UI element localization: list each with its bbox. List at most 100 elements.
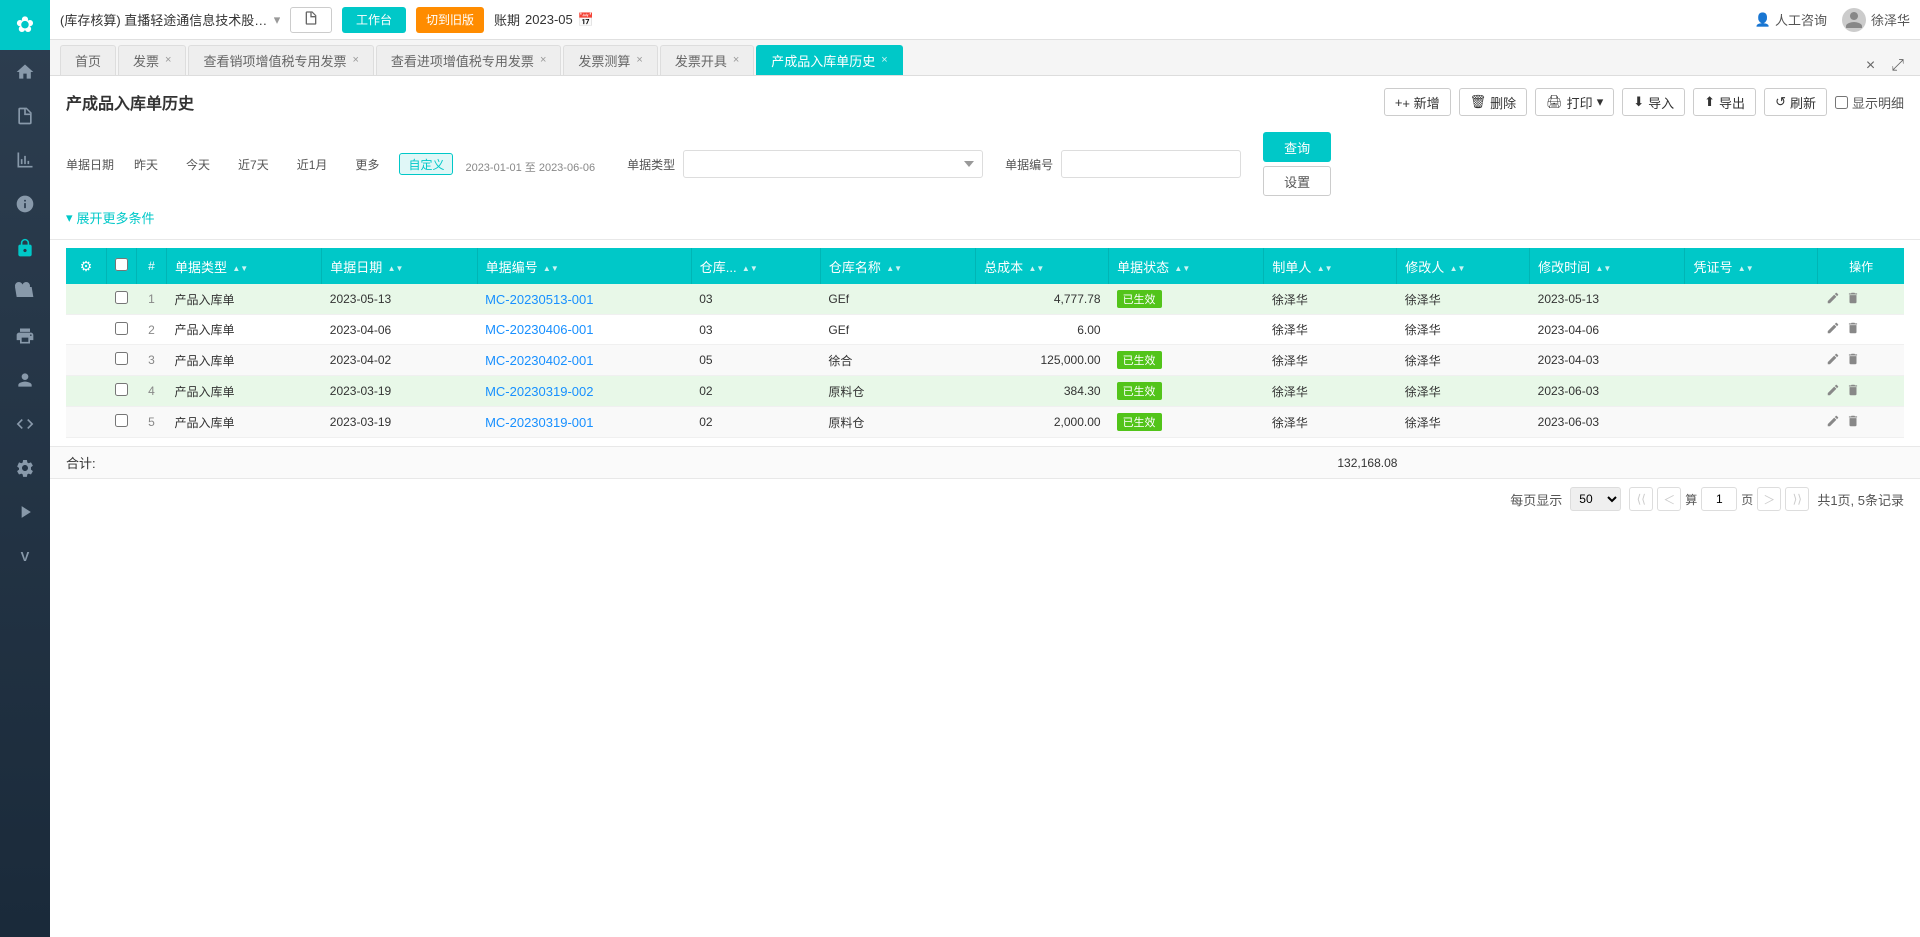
th-modifier[interactable]: 修改人 ▲▼ <box>1397 248 1530 284</box>
query-btn[interactable]: 查询 <box>1263 132 1331 162</box>
tab-input-vat[interactable]: 查看进项增值税专用发票 × <box>376 45 561 75</box>
tab-invoice-open-close[interactable]: × <box>733 55 739 66</box>
doc-number-link[interactable]: MC-20230319-002 <box>485 384 593 399</box>
sidebar-item-version[interactable]: V <box>0 534 50 578</box>
sidebar-item-lock[interactable] <box>0 226 50 270</box>
tab-sales-vat-close[interactable]: × <box>352 55 358 66</box>
show-detail-checkbox-label[interactable]: 显示明细 <box>1835 93 1904 112</box>
doc-number-link[interactable]: MC-20230319-001 <box>485 415 593 430</box>
th-modify-time[interactable]: 修改时间 ▲▼ <box>1530 248 1685 284</box>
tab-invoice-open[interactable]: 发票开具 × <box>660 45 754 75</box>
doc-number-link[interactable]: MC-20230513-001 <box>485 292 593 307</box>
set-btn[interactable]: 设置 <box>1263 166 1331 196</box>
first-page-btn[interactable]: ⟨⟨ <box>1629 487 1653 511</box>
last-page-btn[interactable]: ⟩⟩ <box>1785 487 1809 511</box>
import-btn[interactable]: ⬇ 导入 <box>1622 88 1685 116</box>
sidebar-item-settings[interactable] <box>0 446 50 490</box>
export-btn[interactable]: ⬆ 导出 <box>1693 88 1756 116</box>
th-warehouse-code-sort[interactable]: ▲▼ <box>742 264 758 273</box>
tab-home[interactable]: 首页 <box>60 45 116 75</box>
th-modifier-sort[interactable]: ▲▼ <box>1450 264 1466 273</box>
date-btn-yesterday[interactable]: 昨天 <box>126 152 166 176</box>
th-voucher[interactable]: 凭证号 ▲▼ <box>1685 248 1818 284</box>
expand-more-btn[interactable]: ▾ 展开更多条件 <box>66 204 155 231</box>
th-status[interactable]: 单据状态 ▲▼ <box>1109 248 1264 284</box>
row-delete-icon[interactable] <box>1846 321 1860 338</box>
calendar-icon[interactable]: 📅 <box>578 12 594 28</box>
company-selector[interactable]: (库存核算) 直播轻途通信息技术股份... ▾ <box>60 10 280 29</box>
th-status-sort[interactable]: ▲▼ <box>1174 264 1190 273</box>
show-detail-checkbox[interactable] <box>1835 96 1848 109</box>
doc-num-input[interactable] <box>1061 150 1241 178</box>
date-btn-custom[interactable]: 自定义 <box>399 153 453 175</box>
row-delete-icon[interactable] <box>1846 383 1860 400</box>
user-area[interactable]: 徐泽华 <box>1842 8 1910 32</box>
sidebar-item-doc[interactable] <box>0 94 50 138</box>
th-doc-type-sort[interactable]: ▲▼ <box>232 264 248 273</box>
sidebar-item-api[interactable] <box>0 402 50 446</box>
doc-number-link[interactable]: MC-20230402-001 <box>485 353 593 368</box>
th-warehouse-name[interactable]: 仓库名称 ▲▼ <box>820 248 975 284</box>
sidebar-item-video[interactable] <box>0 490 50 534</box>
row-checkbox[interactable] <box>107 376 137 407</box>
tab-sales-vat[interactable]: 查看销项增值税专用发票 × <box>188 45 373 75</box>
row-select-checkbox[interactable] <box>115 322 128 335</box>
row-edit-icon[interactable] <box>1826 414 1840 431</box>
tab-input-vat-close[interactable]: × <box>540 55 546 66</box>
support-area[interactable]: 👤 人工咨询 <box>1755 10 1827 29</box>
prev-page-btn[interactable]: ＜ <box>1657 487 1681 511</box>
th-total-cost-sort[interactable]: ▲▼ <box>1029 264 1045 273</box>
new-btn[interactable]: + + 新增 <box>1384 88 1451 116</box>
date-btn-1month[interactable]: 近1月 <box>289 152 336 176</box>
next-page-btn[interactable]: ＞ <box>1757 487 1781 511</box>
th-warehouse-code[interactable]: 仓库... ▲▼ <box>691 248 820 284</box>
row-edit-icon[interactable] <box>1826 321 1840 338</box>
row-select-checkbox[interactable] <box>115 383 128 396</box>
th-warehouse-name-sort[interactable]: ▲▼ <box>886 264 902 273</box>
th-doc-type[interactable]: 单据类型 ▲▼ <box>167 248 322 284</box>
row-edit-icon[interactable] <box>1826 291 1840 308</box>
th-doc-num-sort[interactable]: ▲▼ <box>543 264 559 273</box>
tab-invoice[interactable]: 发票 × <box>118 45 186 75</box>
row-delete-icon[interactable] <box>1846 352 1860 369</box>
row-edit-icon[interactable] <box>1826 352 1840 369</box>
doc-number-link[interactable]: MC-20230406-001 <box>485 322 593 337</box>
page-input[interactable] <box>1701 487 1737 511</box>
refresh-btn[interactable]: ↺ 刷新 <box>1764 88 1827 116</box>
row-doc-number[interactable]: MC-20230513-001 <box>477 284 691 315</box>
tab-invoice-calc-close[interactable]: × <box>636 55 642 66</box>
sidebar-item-tax[interactable] <box>0 182 50 226</box>
th-settings[interactable]: ⚙ <box>66 248 107 284</box>
row-select-checkbox[interactable] <box>115 291 128 304</box>
row-checkbox[interactable] <box>107 284 137 315</box>
sidebar-item-assets[interactable] <box>0 270 50 314</box>
workbench-btn[interactable]: 工作台 <box>342 7 406 33</box>
print-btn[interactable]: 🖨 打印 ▾ <box>1535 88 1614 116</box>
sidebar-item-chart[interactable] <box>0 138 50 182</box>
th-voucher-sort[interactable]: ▲▼ <box>1738 264 1754 273</box>
row-doc-number[interactable]: MC-20230319-001 <box>477 407 691 438</box>
th-doc-date[interactable]: 单据日期 ▲▼ <box>322 248 477 284</box>
row-checkbox[interactable] <box>107 315 137 345</box>
row-select-checkbox[interactable] <box>115 414 128 427</box>
doc-type-select[interactable]: 产品入库单 <box>683 150 983 178</box>
th-creator[interactable]: 制单人 ▲▼ <box>1264 248 1397 284</box>
tab-expand-btn[interactable]: ⤢ <box>1885 57 1910 75</box>
sidebar-item-home[interactable] <box>0 50 50 94</box>
row-checkbox[interactable] <box>107 345 137 376</box>
tab-close-window-btn[interactable]: × <box>1860 57 1881 75</box>
date-btn-today[interactable]: 今天 <box>178 152 218 176</box>
row-select-checkbox[interactable] <box>115 352 128 365</box>
settings-gear-icon[interactable]: ⚙ <box>74 254 98 278</box>
select-all-checkbox[interactable] <box>115 258 128 271</box>
sidebar-item-print[interactable] <box>0 314 50 358</box>
row-delete-icon[interactable] <box>1846 414 1860 431</box>
th-modify-time-sort[interactable]: ▲▼ <box>1596 264 1612 273</box>
switch-old-btn[interactable]: 切到旧版 <box>416 7 484 33</box>
th-doc-num[interactable]: 单据编号 ▲▼ <box>477 248 691 284</box>
row-delete-icon[interactable] <box>1846 291 1860 308</box>
date-btn-more[interactable]: 更多 <box>347 152 387 176</box>
th-creator-sort[interactable]: ▲▼ <box>1317 264 1333 273</box>
row-doc-number[interactable]: MC-20230402-001 <box>477 345 691 376</box>
row-doc-number[interactable]: MC-20230319-002 <box>477 376 691 407</box>
